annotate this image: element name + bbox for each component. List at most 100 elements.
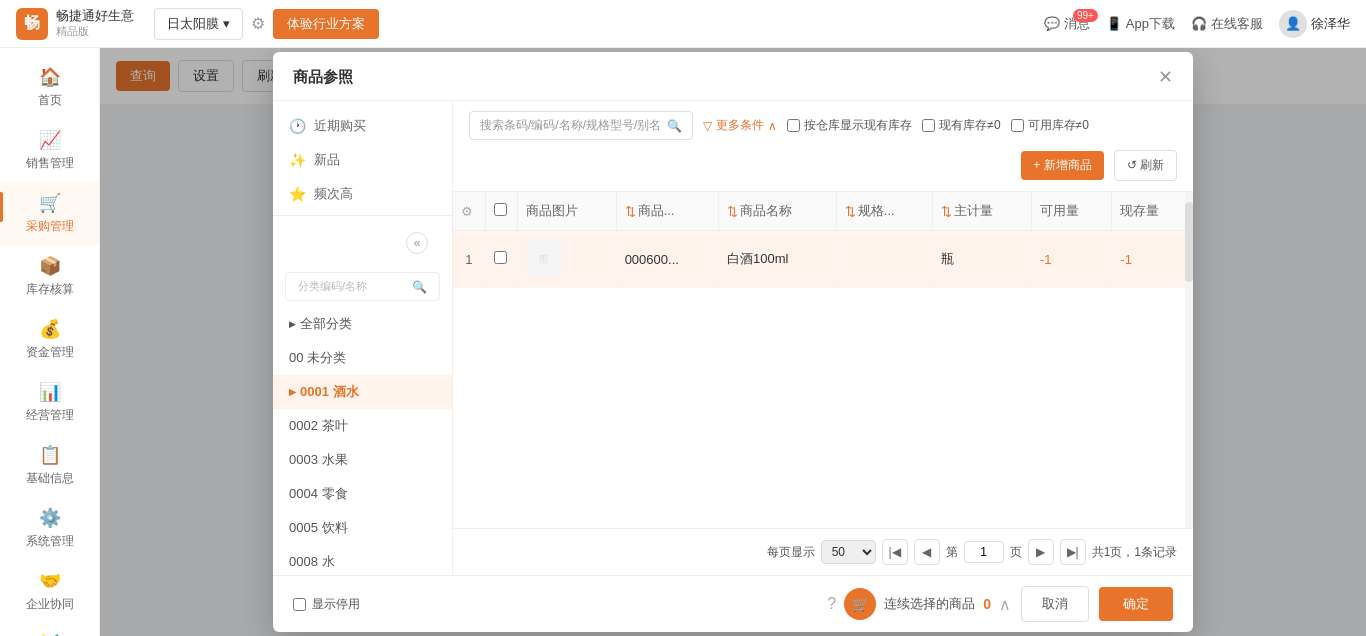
sidebar-item-finance[interactable]: 💰 资金管理 [0,308,99,371]
search-submit-icon[interactable]: 🔍 [667,119,682,133]
product-reference-modal: 商品参照 ✕ 🕐 近期购买 ✨ 新品 [273,52,1193,632]
sidebar-divider [273,215,452,216]
cell-num: 1 [453,231,485,288]
table-header: ⚙ 商品图片 [453,192,1193,231]
user-menu[interactable]: 👤 徐泽华 [1279,10,1350,38]
th-spec: ⇅ 规格... [836,192,932,231]
message-badge: 99+ [1073,9,1098,22]
collapse-cart-icon[interactable]: ∧ [999,595,1011,614]
warehouse-stock-checkbox[interactable] [787,119,800,132]
category-search-box[interactable]: 分类编码/名称 🔍 [285,272,440,301]
collab-icon: 🤝 [39,570,61,592]
checkbox-available-stock[interactable]: 可用库存≠0 [1011,117,1089,134]
product-table: ⚙ 商品图片 [453,192,1193,288]
cancel-button[interactable]: 取消 [1021,586,1089,622]
row-checkbox[interactable] [494,251,507,264]
message-icon: 💬 [1044,16,1060,31]
table-body: 1 图 [453,231,1193,288]
scrollbar-thumb[interactable] [1185,202,1193,282]
app-logo: 畅 [16,8,48,40]
nav-new-products[interactable]: ✨ 新品 [273,143,452,177]
basic-icon: 📋 [39,444,61,466]
column-settings-icon[interactable]: ⚙ [461,204,473,219]
last-page-button[interactable]: ▶| [1060,539,1086,565]
cat-item-0005[interactable]: 0005 饮料 [273,511,452,545]
modal-body: 🕐 近期购买 ✨ 新品 ⭐ 频次高 [273,101,1193,575]
gear-icon[interactable]: ⚙ [251,14,265,33]
show-disabled-label: 显示停用 [312,596,360,613]
sidebar-item-sales[interactable]: 📈 销售管理 [0,119,99,182]
main-layout: 🏠 首页 📈 销售管理 🛒 采购管理 📦 库存核算 💰 资金管理 📊 经营管理 … [0,48,1366,636]
page-number-input[interactable] [964,541,1004,563]
finance-icon: 💰 [39,318,61,340]
available-stock-checkbox[interactable] [1011,119,1024,132]
product-search-box[interactable]: 搜索条码/编码/名称/规格型号/别名 🔍 [469,111,693,140]
table-row[interactable]: 1 图 [453,231,1193,288]
cell-spec [836,231,932,288]
nav-recent-purchase[interactable]: 🕐 近期购买 [273,109,452,143]
nav-dropdown[interactable]: 日太阳膜 ▾ [154,8,243,40]
modal-header: 商品参照 ✕ [273,52,1193,101]
sidebar-item-business[interactable]: 📊 经营管理 [0,371,99,434]
nav-frequent[interactable]: ⭐ 频次高 [273,177,452,211]
cat-item-0001[interactable]: ▶ 0001 酒水 [273,375,452,409]
cat-item-0008[interactable]: 0008 水 [273,545,452,567]
cart-area: ? 🛒 连续选择的商品 0 ∧ [827,588,1011,620]
checkbox-warehouse-stock[interactable]: 按仓库显示现有库存 [787,117,912,134]
modal-close-button[interactable]: ✕ [1158,66,1173,88]
sort-icon-name: ⇅ [727,204,738,219]
chevron-down-icon: ▾ [223,16,230,31]
clock-icon: 🕐 [289,118,306,134]
cat-item-0003[interactable]: 0003 水果 [273,443,452,477]
sidebar-item-collab[interactable]: 🤝 企业协同 [0,560,99,623]
cat-arrow-all: ▶ [289,319,296,329]
per-page-select[interactable]: 50 100 200 [821,540,876,564]
select-all-checkbox[interactable] [494,203,507,216]
app-download-btn[interactable]: 📱 App下载 [1106,15,1175,33]
nav-right: 💬 消息 99+ 📱 App下载 🎧 在线客服 👤 徐泽华 [1044,10,1350,38]
cat-item-0004[interactable]: 0004 零食 [273,477,452,511]
sort-icon: ⇅ [625,204,636,219]
cart-button[interactable]: 🛒 [844,588,876,620]
trial-button[interactable]: 体验行业方案 [273,9,379,39]
search-icon: 🔍 [412,280,427,294]
product-thumbnail: 图 [526,241,562,277]
sidebar-item-home[interactable]: 🏠 首页 [0,56,99,119]
main-sidebar: 🏠 首页 📈 销售管理 🛒 采购管理 📦 库存核算 💰 资金管理 📊 经营管理 … [0,48,100,636]
more-filter-button[interactable]: ▽ 更多条件 ∧ [703,117,777,134]
sidebar-item-basic[interactable]: 📋 基础信息 [0,434,99,497]
message-btn[interactable]: 💬 消息 99+ [1044,15,1090,33]
sidebar-item-inventory[interactable]: 📦 库存核算 [0,245,99,308]
system-icon: ⚙️ [39,507,61,529]
cell-checkbox[interactable] [485,231,517,288]
current-stock-checkbox[interactable] [922,119,935,132]
cat-item-00[interactable]: 00 未分类 [273,341,452,375]
th-settings: ⚙ [453,192,485,231]
per-page-label: 每页显示 [767,544,815,561]
next-page-button[interactable]: ▶ [1028,539,1054,565]
cat-item-all[interactable]: ▶ 全部分类 [273,307,452,341]
help-icon[interactable]: ? [827,595,836,613]
cart-count: 0 [983,596,991,612]
modal-sidebar: 🕐 近期购买 ✨ 新品 ⭐ 频次高 [273,101,453,575]
product-table-container: ⚙ 商品图片 [453,192,1193,528]
prev-page-button[interactable]: ◀ [914,539,940,565]
cell-name: 白酒100ml [718,231,836,288]
confirm-button[interactable]: 确定 [1099,587,1173,621]
sort-icon-spec: ⇅ [845,204,856,219]
online-service-btn[interactable]: 🎧 在线客服 [1191,15,1263,33]
pagination: 每页显示 50 100 200 |◀ ◀ 第 页 ▶ [453,528,1193,575]
sidebar-item-system[interactable]: ⚙️ 系统管理 [0,497,99,560]
top-nav: 畅 畅捷通好生意 精品版 日太阳膜 ▾ ⚙ 体验行业方案 💬 消息 99+ 📱 … [0,0,1366,48]
business-icon: 📊 [39,381,61,403]
checkbox-current-stock[interactable]: 现有库存≠0 [922,117,1000,134]
add-product-button[interactable]: + 新增商品 [1021,151,1103,180]
modal-main: 搜索条码/编码/名称/规格型号/别名 🔍 ▽ 更多条件 ∧ 按仓库显示现有库存 [453,101,1193,575]
show-disabled-checkbox[interactable] [293,598,306,611]
sidebar-item-purchase[interactable]: 🛒 采购管理 [0,182,99,245]
sidebar-item-guide[interactable]: 🔰 新手引导 [0,623,99,636]
cat-item-0002[interactable]: 0002 茶叶 [273,409,452,443]
first-page-button[interactable]: |◀ [882,539,908,565]
refresh-button[interactable]: ↺ 刷新 [1114,150,1177,181]
collapse-sidebar-button[interactable]: « [406,232,428,254]
